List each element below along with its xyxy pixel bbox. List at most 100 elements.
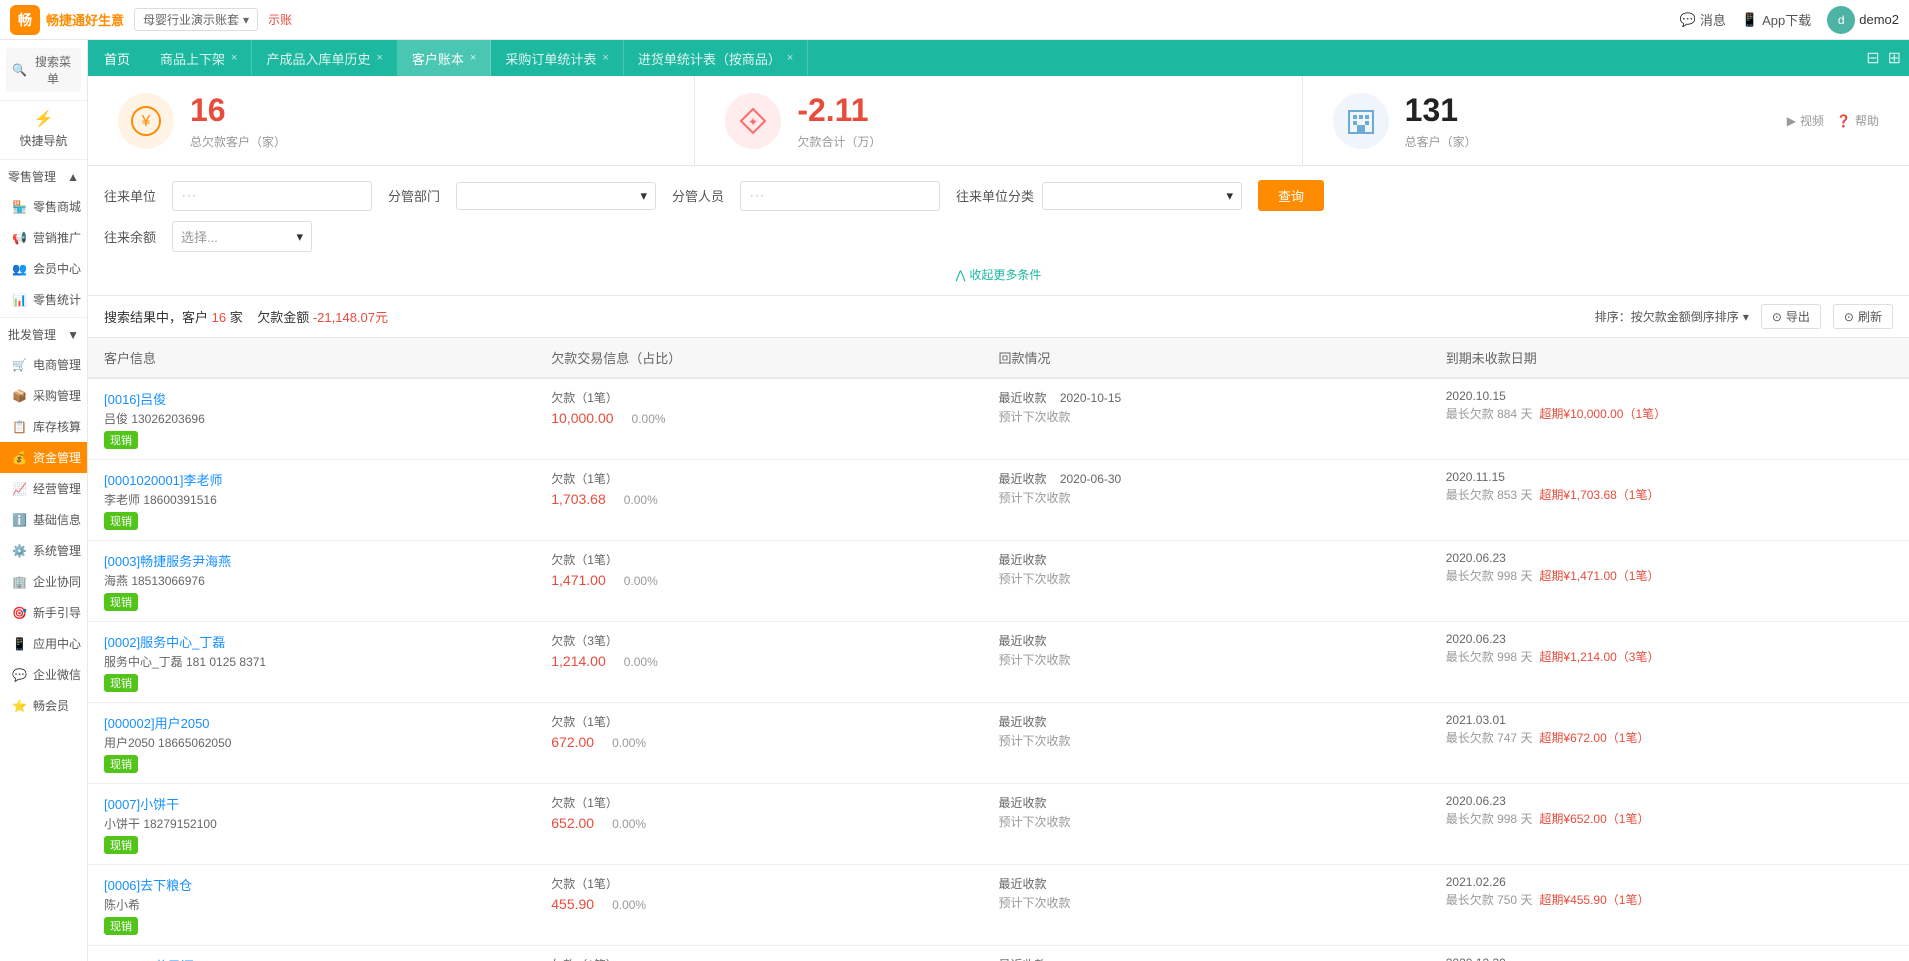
collapse-icon: ⋀ xyxy=(956,268,966,282)
overdue-row: 最长欠款 884 天 超期¥10,000.00（1笔） xyxy=(1446,405,1893,422)
customer-name[interactable]: [0016]吕俊 xyxy=(104,389,551,408)
customer-name[interactable]: [000002]用户2050 xyxy=(104,713,551,732)
wechat-icon: 💬 xyxy=(12,668,27,682)
overdue-link[interactable]: 超期¥455.90（1笔） xyxy=(1539,893,1649,907)
debt-amount-row: 1,471.00 0.00% xyxy=(551,572,998,588)
help-icon: ❓ xyxy=(1836,114,1851,128)
tab-close-icon[interactable]: × xyxy=(376,52,382,64)
overdue-link[interactable]: 超期¥1,703.68（1笔） xyxy=(1539,488,1659,502)
debt-info-cell: 欠款（1笔） 652.00 0.00% xyxy=(551,794,998,831)
stat-card-debt-amount: ✦ -2.11 欠款合计（万） xyxy=(695,76,1302,165)
tab-close-icon[interactable]: × xyxy=(787,52,793,64)
enterprise-icon: 🏢 xyxy=(12,575,27,589)
customer-name[interactable]: [0003]畅捷服务尹海燕 xyxy=(104,551,551,570)
sidebar-item-finance-mgmt[interactable]: 💰 资金管理 xyxy=(0,442,87,473)
overdue-link[interactable]: 超期¥1,214.00（3笔） xyxy=(1539,650,1659,664)
overdue-cell: 2020.06.23 最长欠款 998 天 超期¥1,214.00（3笔） xyxy=(1446,632,1893,665)
from-unit-input[interactable]: ··· xyxy=(172,181,372,211)
sidebar-item-ecom-mgmt[interactable]: 🛒 电商管理 xyxy=(0,349,87,380)
debt-amount[interactable]: 672.00 xyxy=(551,734,594,750)
sidebar-item-member-center[interactable]: 👥 会员中心 xyxy=(0,253,87,284)
sidebar-item-label: 基础信息 xyxy=(33,511,81,528)
sidebar-item-purchase-mgmt[interactable]: 📦 采购管理 xyxy=(0,380,87,411)
search-button[interactable]: 查询 xyxy=(1258,180,1324,211)
sidebar-item-ops-mgmt[interactable]: 📈 经营管理 xyxy=(0,473,87,504)
tab-minimize-button[interactable]: ⊟ xyxy=(1866,48,1879,68)
debt-amount[interactable]: 1,214.00 xyxy=(551,653,606,669)
customer-name[interactable]: [0001020001]李老师 xyxy=(104,470,551,489)
sidebar-item-app-center[interactable]: 📱 应用中心 xyxy=(0,628,87,659)
recovery-label: 最近收款 xyxy=(999,713,1446,730)
sort-button[interactable]: 排序：按欠款金额倒序排序 ▾ xyxy=(1595,308,1749,325)
recovery-label: 最近收款 2020-10-15 xyxy=(999,389,1446,406)
tab-product-shelf[interactable]: 商品上下架 × xyxy=(146,40,252,76)
dept-select[interactable]: ▾ xyxy=(456,182,656,210)
sidebar-item-inventory[interactable]: 📋 库存核算 xyxy=(0,411,87,442)
sidebar-item-new-guide[interactable]: 🎯 新手引导 xyxy=(0,597,87,628)
overdue-link[interactable]: 超期¥652.00（1笔） xyxy=(1539,812,1649,826)
export-button[interactable]: ⊙ 导出 xyxy=(1761,304,1821,329)
sidebar-item-retail-stats[interactable]: 📊 零售统计 xyxy=(0,284,87,315)
video-button[interactable]: ▶ 视频 xyxy=(1787,112,1824,129)
search-menu-button[interactable]: 🔍 搜索菜单 xyxy=(6,48,81,92)
sidebar-item-marketing[interactable]: 📢 营销推广 xyxy=(0,222,87,253)
quick-nav-icon: ⚡ xyxy=(34,109,54,129)
collapse-button[interactable]: ⋀ 收起更多条件 xyxy=(956,266,1042,283)
tab-purchase-order[interactable]: 采购订单统计表 × xyxy=(491,40,623,76)
industry-selector[interactable]: 母婴行业演示账套 ▾ xyxy=(134,8,258,31)
tab-customer-account[interactable]: 客户账本 × xyxy=(398,40,491,76)
debt-amount[interactable]: 1,703.68 xyxy=(551,491,606,507)
customer-phone: 李老师 18600391516 xyxy=(104,491,551,508)
customer-name[interactable]: [0006]去下粮仓 xyxy=(104,875,551,894)
filter-field-from-unit: 往来单位 ··· xyxy=(104,181,372,211)
result-actions: 排序：按欠款金额倒序排序 ▾ ⊙ 导出 ⊙ 刷新 xyxy=(1595,304,1893,329)
customer-name[interactable]: [0002]服务中心_丁磊 xyxy=(104,632,551,651)
customer-name[interactable]: [000001]黄思源 xyxy=(104,956,551,961)
tab-close-icon[interactable]: × xyxy=(470,52,476,64)
debt-amount[interactable]: 455.90 xyxy=(551,896,594,912)
sidebar-item-retail-mgmt[interactable]: 零售管理 ▲ xyxy=(0,162,87,191)
tab-purchase-stats[interactable]: 进货单统计表（按商品） × xyxy=(624,40,808,76)
stat-value-total-customers: 131 xyxy=(1405,92,1771,129)
debt-amount-row: 455.90 0.00% xyxy=(551,896,998,912)
refresh-button[interactable]: ⊙ 刷新 xyxy=(1833,304,1893,329)
sys-icon: ⚙️ xyxy=(12,544,27,558)
tab-home[interactable]: 首页 xyxy=(88,40,146,76)
stat-value-debt-customers: 16 xyxy=(190,92,286,129)
balance-select[interactable]: 选择... ▾ xyxy=(172,221,312,252)
stats-bar: ¥ 16 总欠款客户（家） ✦ xyxy=(88,76,1909,166)
sidebar-item-batch-mgmt[interactable]: 批发管理 ▼ xyxy=(0,320,87,349)
user-menu[interactable]: d demo2 xyxy=(1827,6,1899,34)
sidebar-item-enterprise-wechat[interactable]: 💬 企业微信 xyxy=(0,659,87,690)
sidebar-item-enterprise[interactable]: 🏢 企业协同 xyxy=(0,566,87,597)
sidebar: 🔍 搜索菜单 ⚡ 快捷导航 零售管理 ▲ 🏪 零售商城 📢 营销推广 xyxy=(0,40,88,961)
recovery-cell: 最近收款 预计下次收款 xyxy=(999,794,1446,830)
sidebar-item-vip-member[interactable]: ⭐ 畅会员 xyxy=(0,690,87,721)
sidebar-item-sys-mgmt[interactable]: ⚙️ 系统管理 xyxy=(0,535,87,566)
customer-info-cell: [000002]用户2050 用户2050 18665062050 现销 xyxy=(104,713,551,773)
overdue-link[interactable]: 超期¥1,471.00（1笔） xyxy=(1539,569,1659,583)
unit-class-select[interactable]: ▾ xyxy=(1042,182,1242,210)
filter-field-balance: 往来余额 选择... ▾ xyxy=(104,221,312,252)
sidebar-item-retail-store[interactable]: 🏪 零售商城 xyxy=(0,191,87,222)
debt-amount[interactable]: 1,471.00 xyxy=(551,572,606,588)
app-link[interactable]: 示账 xyxy=(268,11,292,28)
tab-product-inbound[interactable]: 产成品入库单历史 × xyxy=(252,40,397,76)
debt-amount-row: 1,703.68 0.00% xyxy=(551,491,998,507)
person-input[interactable]: ··· xyxy=(740,181,940,211)
app-download-button[interactable]: 📱 App下载 xyxy=(1742,10,1811,29)
help-button[interactable]: ❓ 帮助 xyxy=(1836,112,1879,129)
tab-maximize-button[interactable]: ⊞ xyxy=(1888,48,1901,68)
overdue-link[interactable]: 超期¥672.00（1笔） xyxy=(1539,731,1649,745)
message-button[interactable]: 💬 消息 xyxy=(1680,10,1726,29)
sidebar-item-quick-nav[interactable]: ⚡ 快捷导航 xyxy=(0,101,87,157)
recovery-label: 最近收款 2020-06-30 xyxy=(999,470,1446,487)
overdue-link[interactable]: 超期¥10,000.00（1笔） xyxy=(1539,407,1666,421)
debt-info-cell: 欠款（1笔） 429.00 0.00% xyxy=(551,956,998,961)
tab-close-icon[interactable]: × xyxy=(231,52,237,64)
sidebar-item-basic-info[interactable]: ℹ️ 基础信息 xyxy=(0,504,87,535)
customer-name[interactable]: [0007]小饼干 xyxy=(104,794,551,813)
debt-amount[interactable]: 652.00 xyxy=(551,815,594,831)
debt-amount[interactable]: 10,000.00 xyxy=(551,410,613,426)
tab-close-icon[interactable]: × xyxy=(602,52,608,64)
